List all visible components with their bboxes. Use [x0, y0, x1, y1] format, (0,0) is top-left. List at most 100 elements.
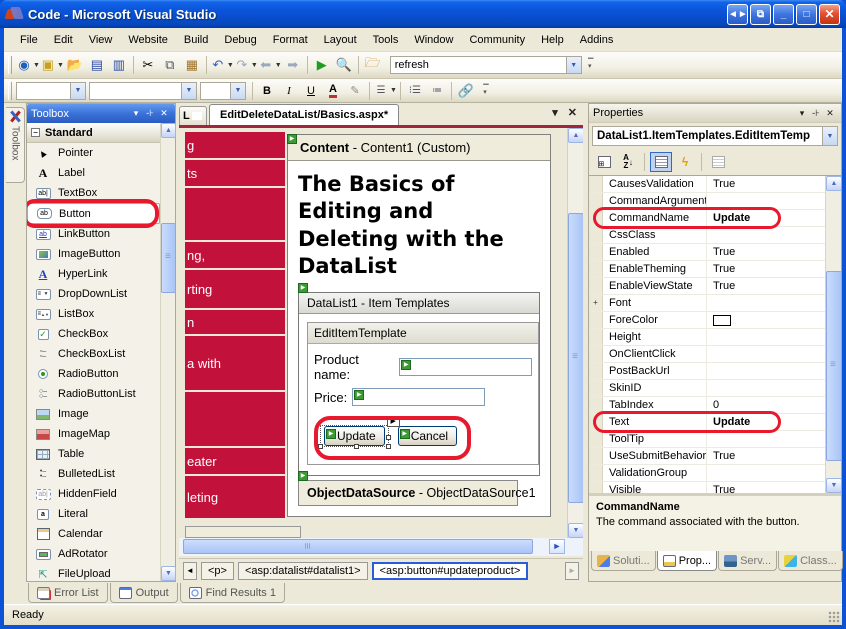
property-row-tabindex[interactable]: TabIndex0	[589, 397, 825, 414]
close-icon[interactable]: ✕	[823, 108, 837, 119]
chevron-down-icon[interactable]: ▼	[230, 83, 245, 99]
menu-format[interactable]: Format	[265, 30, 316, 50]
property-value[interactable]: 0	[707, 397, 825, 413]
toolbox-item-imagebutton[interactable]: ImageButton	[27, 244, 160, 264]
content-control-header[interactable]: Content - Content1 (Custom)	[288, 135, 550, 161]
property-value[interactable]	[707, 227, 825, 243]
menu-community[interactable]: Community	[461, 30, 533, 50]
property-value[interactable]: True	[707, 278, 825, 294]
selection-handle[interactable]	[386, 444, 391, 449]
window-position-icon[interactable]: ▾	[795, 108, 809, 119]
style-combo[interactable]: ▼	[16, 82, 86, 100]
navigate-forward-button[interactable]: ➡	[282, 54, 304, 76]
property-value[interactable]: True	[707, 244, 825, 260]
toolbox-item-imagemap[interactable]: ImageMap	[27, 424, 160, 444]
toolbox-item-textbox[interactable]: ab|TextBox	[27, 183, 160, 203]
property-value[interactable]: True	[707, 261, 825, 277]
tool-tab-class-view[interactable]: Class...	[778, 551, 843, 571]
selection-handle[interactable]	[318, 444, 323, 449]
tag-path-item[interactable]: <asp:datalist#datalist1>	[238, 562, 368, 580]
align-left-button[interactable]: ☰▼	[373, 80, 397, 102]
property-row-enabled[interactable]: EnabledTrue	[589, 244, 825, 261]
properties-view-button[interactable]	[650, 152, 672, 172]
scroll-down-icon[interactable]: ▼	[826, 478, 841, 493]
document-tab-partial[interactable]: L	[179, 106, 207, 125]
content-control[interactable]: ▶ Content - Content1 (Custom) The Basics…	[287, 134, 551, 517]
panel-tab-error-list[interactable]: Error List	[28, 583, 108, 603]
property-row-postbackurl[interactable]: PostBackUrl	[589, 363, 825, 380]
toolbox-item-button[interactable]: abButton	[27, 203, 160, 224]
property-row-enableviewstate[interactable]: EnableViewStateTrue	[589, 278, 825, 295]
menu-build[interactable]: Build	[176, 30, 216, 50]
toolbox-item-table[interactable]: Table	[27, 444, 160, 464]
cancel-button[interactable]: ▶ Cancel	[398, 426, 457, 446]
toolbox-item-linkbutton[interactable]: abLinkButton	[27, 224, 160, 244]
save-all-button[interactable]: ▥	[108, 54, 130, 76]
property-row-visible[interactable]: VisibleTrue	[589, 482, 825, 493]
property-value[interactable]	[707, 431, 825, 447]
close-button[interactable]: ✕	[819, 4, 840, 25]
toolbox-item-checkbox[interactable]: ✓CheckBox	[27, 324, 160, 344]
highlight-button[interactable]: ✎	[344, 80, 366, 102]
font-color-button[interactable]: A	[322, 80, 344, 102]
chevron-down-icon[interactable]: ▼	[181, 83, 196, 99]
product-name-input[interactable]: ▶	[399, 358, 532, 376]
toolbox-item-listbox[interactable]: ≡▲▼ListBox	[27, 304, 160, 324]
toolbar-grip[interactable]	[8, 56, 12, 74]
smart-tag-arrow-icon[interactable]: ▶	[387, 416, 400, 427]
datalist-header[interactable]: DataList1 - Item Templates	[299, 293, 539, 314]
toolbox-item-bulletedlist[interactable]: •–•–BulletedList	[27, 464, 160, 484]
find-in-files-button[interactable]: 🗁	[362, 54, 384, 76]
properties-scrollbar[interactable]: ▲ ▼	[825, 176, 841, 493]
toolbox-item-label[interactable]: ALabel	[27, 163, 160, 183]
property-value[interactable]	[707, 193, 825, 209]
toolbox-scrollbar[interactable]: ▲ ▼	[160, 123, 175, 581]
property-value[interactable]: True	[707, 448, 825, 464]
menu-edit[interactable]: Edit	[46, 30, 81, 50]
toolbox-item-dropdownlist[interactable]: ≡▼DropDownList	[27, 284, 160, 304]
menu-addins[interactable]: Addins	[572, 30, 622, 50]
toolbox-item-pointer[interactable]: ►Pointer	[27, 143, 160, 163]
scroll-down-icon[interactable]: ▼	[568, 523, 583, 538]
property-value[interactable]: True	[707, 176, 825, 192]
pin-icon[interactable]: -⊦	[143, 108, 157, 119]
toolbox-item-calendar[interactable]: Calendar	[27, 524, 160, 544]
copy-button[interactable]: ⧉	[159, 54, 181, 76]
toolbox-item-radiobuttonlist[interactable]: ○–○–RadioButtonList	[27, 384, 160, 404]
float-window-button[interactable]: ⧉	[750, 4, 771, 25]
toolbox-item-image[interactable]: Image	[27, 404, 160, 424]
save-button[interactable]: ▤	[86, 54, 108, 76]
navigate-back-button[interactable]: ⬅▼	[258, 54, 282, 76]
panel-tab-find-results[interactable]: Find Results 1	[180, 583, 285, 603]
design-horizontal-scrollbar[interactable]: ►	[179, 538, 583, 556]
menu-window[interactable]: Window	[406, 30, 461, 50]
pin-icon[interactable]: -⊦	[809, 108, 823, 119]
paste-button[interactable]: ▦	[181, 54, 203, 76]
property-row-cssclass[interactable]: CssClass	[589, 227, 825, 244]
menu-help[interactable]: Help	[533, 30, 572, 50]
chevron-down-icon[interactable]: ▼	[566, 57, 581, 73]
property-row-validationgroup[interactable]: ValidationGroup	[589, 465, 825, 482]
toolbar-overflow-icon[interactable]: ▔▾	[480, 87, 492, 95]
property-row-usesubmitbehavior[interactable]: UseSubmitBehaviorTrue	[589, 448, 825, 465]
close-document-icon[interactable]: ✕	[568, 106, 577, 119]
selection-handle[interactable]	[386, 435, 391, 440]
property-row-forecolor[interactable]: ForeColor	[589, 312, 825, 329]
property-row-causesvalidation[interactable]: CausesValidationTrue	[589, 176, 825, 193]
property-row-tooltip[interactable]: ToolTip	[589, 431, 825, 448]
toolbox-item-literal[interactable]: aLiteral	[27, 504, 160, 524]
property-row-commandname[interactable]: CommandNameUpdate	[589, 210, 825, 227]
minimize-button[interactable]: _	[773, 4, 794, 25]
scrollbar-thumb[interactable]	[183, 539, 533, 554]
size-combo[interactable]: ▼	[200, 82, 246, 100]
tag-path-item[interactable]: <p>	[201, 562, 234, 580]
property-value[interactable]	[707, 380, 825, 396]
menu-tools[interactable]: Tools	[365, 30, 407, 50]
cut-button[interactable]: ✂	[137, 54, 159, 76]
add-item-button[interactable]: ▣▼	[40, 54, 64, 76]
toolbox-autohide-tab[interactable]: Toolbox	[6, 107, 25, 183]
tag-path-item[interactable]: <asp:button#updateproduct>	[372, 562, 529, 580]
tag-nav-left-icon[interactable]: ◄	[183, 562, 197, 580]
property-value[interactable]	[707, 295, 825, 311]
toolbox-item-hiddenfield[interactable]: ab|HiddenField	[27, 484, 160, 504]
